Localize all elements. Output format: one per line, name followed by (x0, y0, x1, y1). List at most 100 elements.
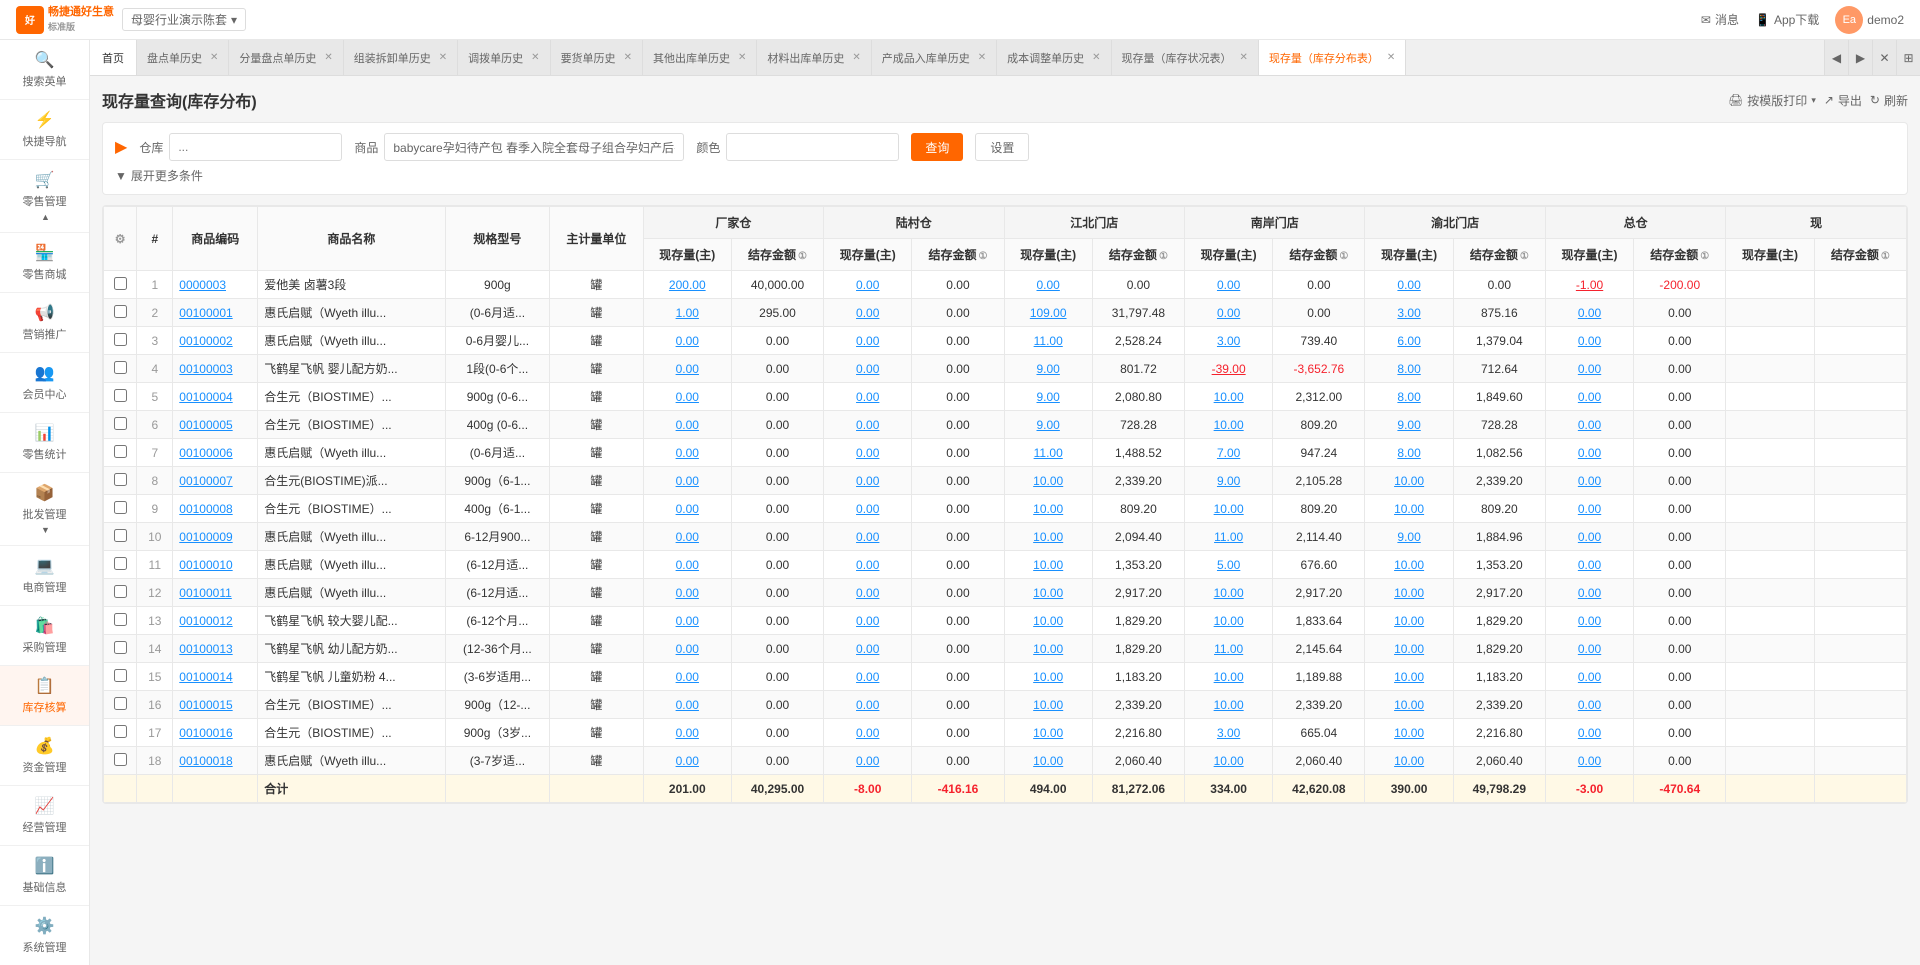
cell-code[interactable]: 00100001 (173, 299, 258, 327)
print-btn[interactable]: 🖨 按模版打印 ▾ (1728, 92, 1816, 109)
cell-changjiaCun-qty[interactable]: 1.00 (643, 299, 731, 327)
sidebar-item-wholesale[interactable]: 📦 批发管理 ▼ (0, 473, 89, 546)
cell-changjiaCun-qty[interactable]: 0.00 (643, 411, 731, 439)
refresh-btn[interactable]: ↻ 刷新 (1870, 92, 1908, 109)
sidebar-item-purchase[interactable]: 🛍️ 采购管理 (0, 606, 89, 666)
cell-jiangbei-qty[interactable]: 10.00 (1004, 495, 1092, 523)
industry-selector[interactable]: 母婴行业演示陈套 ▾ (122, 8, 246, 31)
cell-lucun-qty[interactable]: 0.00 (824, 663, 912, 691)
cell-jiangbei-qty[interactable]: 10.00 (1004, 551, 1092, 579)
tab-inventory-status[interactable]: 现存量（库存状况表） ✕ (1112, 40, 1259, 76)
cell-zongcang-qty[interactable]: 0.00 (1545, 439, 1633, 467)
color-input[interactable] (726, 133, 899, 161)
cell-lucun-qty[interactable]: 0.00 (824, 635, 912, 663)
cell-checkbox[interactable] (104, 439, 137, 467)
cell-checkbox[interactable] (104, 551, 137, 579)
sidebar-item-inventory[interactable]: 📋 库存核算 (0, 666, 89, 726)
cell-jiangbei-qty[interactable]: 10.00 (1004, 467, 1092, 495)
cell-code[interactable]: 00100008 (173, 495, 258, 523)
cell-jiangbei-qty[interactable]: 10.00 (1004, 607, 1092, 635)
cell-code[interactable]: 00100018 (173, 747, 258, 775)
tab-close-btn[interactable]: ✕ (1872, 40, 1896, 76)
tab-portion-stocktake[interactable]: 分量盘点单历史 ✕ (229, 40, 343, 76)
sidebar-item-basic-info[interactable]: ℹ️ 基础信息 (0, 846, 89, 906)
close-icon[interactable]: ✕ (852, 52, 860, 63)
cell-yubei-qty[interactable]: 10.00 (1365, 663, 1453, 691)
cell-lucun-qty[interactable]: 0.00 (824, 383, 912, 411)
tab-next-btn[interactable]: ▶ (1848, 40, 1872, 76)
cell-jiangbei-qty[interactable]: 11.00 (1004, 327, 1092, 355)
cell-jiangbei-qty[interactable]: 10.00 (1004, 523, 1092, 551)
query-button[interactable]: 查询 (911, 133, 963, 161)
cell-nanan-qty[interactable]: 3.00 (1184, 719, 1272, 747)
sidebar-item-finance[interactable]: 💰 资金管理 (0, 726, 89, 786)
filter-collapse-btn[interactable]: ▶ (115, 137, 127, 157)
close-icon[interactable]: ✕ (324, 52, 332, 63)
cell-changjiaCun-qty[interactable]: 0.00 (643, 551, 731, 579)
cell-checkbox[interactable] (104, 411, 137, 439)
cell-changjiaCun-qty[interactable]: 0.00 (643, 663, 731, 691)
cell-yubei-qty[interactable]: 8.00 (1365, 439, 1453, 467)
cell-changjiaCun-qty[interactable]: 0.00 (643, 467, 731, 495)
settings-button[interactable]: 设置 (975, 133, 1029, 161)
tab-cost-adjustment[interactable]: 成本调整单历史 ✕ (997, 40, 1111, 76)
tab-transfer-history[interactable]: 调拨单历史 ✕ (458, 40, 550, 76)
cell-jiangbei-qty[interactable]: 10.00 (1004, 747, 1092, 775)
tab-finished-inbound[interactable]: 产成品入库单历史 ✕ (872, 40, 997, 76)
cell-nanan-qty[interactable]: 10.00 (1184, 663, 1272, 691)
tab-assembly-history[interactable]: 组装拆卸单历史 ✕ (344, 40, 458, 76)
message-btn[interactable]: ✉ 消息 (1701, 11, 1739, 28)
cell-zongcang-qty[interactable]: 0.00 (1545, 383, 1633, 411)
cell-jiangbei-qty[interactable]: 10.00 (1004, 663, 1092, 691)
cell-nanan-qty[interactable]: 10.00 (1184, 607, 1272, 635)
cell-jiangbei-qty[interactable]: 10.00 (1004, 719, 1092, 747)
cell-code[interactable]: 00100011 (173, 579, 258, 607)
cell-changjiaCun-qty[interactable]: 0.00 (643, 383, 731, 411)
cell-zongcang-qty[interactable]: 0.00 (1545, 551, 1633, 579)
cell-jiangbei-qty[interactable]: 11.00 (1004, 439, 1092, 467)
cell-jiangbei-qty[interactable]: 10.00 (1004, 635, 1092, 663)
cell-changjiaCun-qty[interactable]: 0.00 (643, 579, 731, 607)
close-icon[interactable]: ✕ (1387, 52, 1395, 63)
cell-zongcang-qty[interactable]: 0.00 (1545, 747, 1633, 775)
cell-changjiaCun-qty[interactable]: 0.00 (643, 523, 731, 551)
cell-zongcang-qty[interactable]: 0.00 (1545, 719, 1633, 747)
cell-code[interactable]: 00100015 (173, 691, 258, 719)
sidebar-item-nav[interactable]: ⚡ 快捷导航 (0, 100, 89, 160)
warehouse-input[interactable] (169, 133, 342, 161)
cell-lucun-qty[interactable]: 0.00 (824, 551, 912, 579)
cell-yubei-qty[interactable]: 10.00 (1365, 579, 1453, 607)
cell-yubei-qty[interactable]: 10.00 (1365, 719, 1453, 747)
sidebar-item-ecommerce[interactable]: 💻 电商管理 (0, 546, 89, 606)
user-profile[interactable]: Ea demo2 (1835, 6, 1904, 34)
cell-code[interactable]: 00100012 (173, 607, 258, 635)
cell-jiangbei-qty[interactable]: 9.00 (1004, 355, 1092, 383)
export-btn[interactable]: ↗ 导出 (1824, 92, 1862, 109)
goods-input[interactable] (384, 133, 684, 161)
cell-lucun-qty[interactable]: 0.00 (824, 299, 912, 327)
cell-zongcang-qty[interactable]: 0.00 (1545, 607, 1633, 635)
tab-stocktake-history[interactable]: 盘点单历史 ✕ (137, 40, 229, 76)
cell-changjiaCun-qty[interactable]: 200.00 (643, 271, 731, 299)
cell-lucun-qty[interactable]: 0.00 (824, 467, 912, 495)
cell-zongcang-qty[interactable]: 0.00 (1545, 691, 1633, 719)
cell-code[interactable]: 00100016 (173, 719, 258, 747)
cell-checkbox[interactable] (104, 635, 137, 663)
cell-changjiaCun-qty[interactable]: 0.00 (643, 327, 731, 355)
cell-checkbox[interactable] (104, 495, 137, 523)
cell-code[interactable]: 00100006 (173, 439, 258, 467)
close-icon[interactable]: ✕ (1092, 52, 1100, 63)
cell-yubei-qty[interactable]: 10.00 (1365, 551, 1453, 579)
cell-zongcang-qty[interactable]: 0.00 (1545, 635, 1633, 663)
cell-yubei-qty[interactable]: 10.00 (1365, 607, 1453, 635)
cell-nanan-qty[interactable]: 10.00 (1184, 747, 1272, 775)
cell-zongcang-qty[interactable]: 0.00 (1545, 495, 1633, 523)
cell-changjiaCun-qty[interactable]: 0.00 (643, 439, 731, 467)
cell-jiangbei-qty[interactable]: 9.00 (1004, 411, 1092, 439)
cell-nanan-qty[interactable]: 3.00 (1184, 327, 1272, 355)
sidebar-item-member[interactable]: 👥 会员中心 (0, 353, 89, 413)
sidebar-item-retail-stats[interactable]: 📊 零售统计 (0, 413, 89, 473)
close-icon[interactable]: ✕ (624, 52, 632, 63)
cell-zongcang-qty[interactable]: 0.00 (1545, 355, 1633, 383)
cell-nanan-qty[interactable]: 0.00 (1184, 299, 1272, 327)
